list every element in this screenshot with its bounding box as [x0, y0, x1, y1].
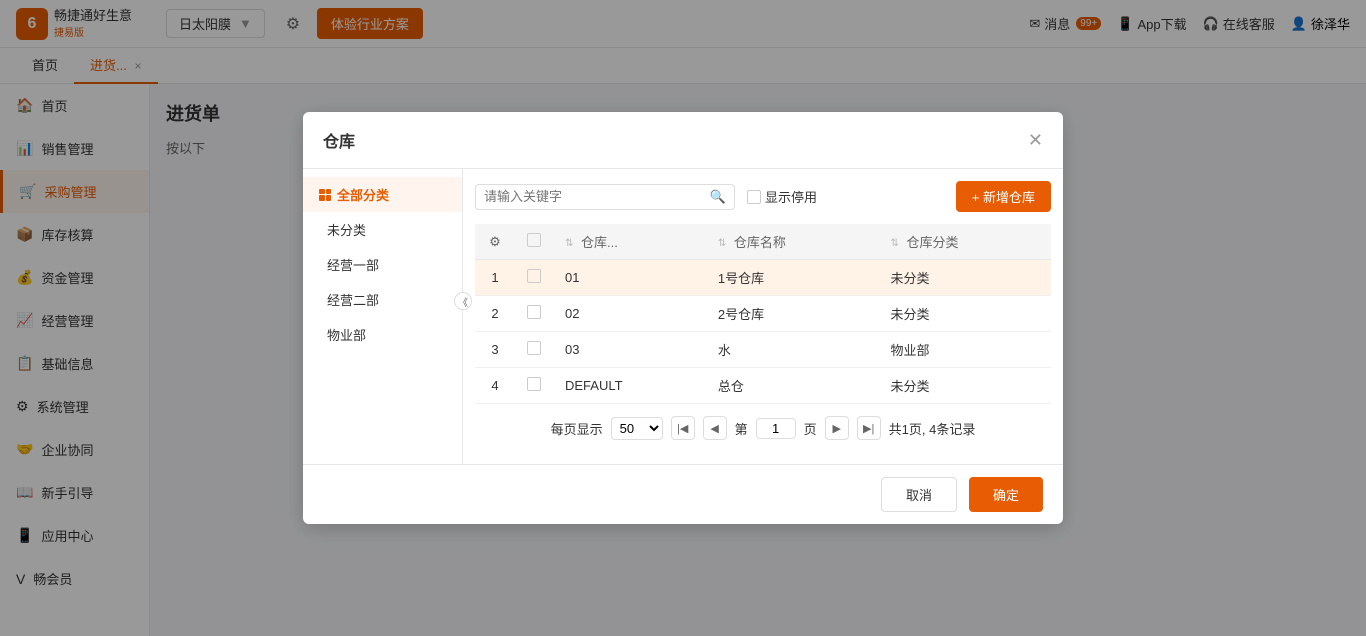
- row-code: DEFAULT: [553, 368, 706, 404]
- table-row[interactable]: 4 DEFAULT 总仓 未分类: [475, 368, 1051, 404]
- total-info: 共1页, 4条记录: [889, 419, 976, 438]
- row-name: 1号仓库: [706, 260, 879, 296]
- page-input[interactable]: [756, 418, 796, 439]
- grid-icon: [319, 189, 331, 201]
- row-num: 1: [475, 260, 515, 296]
- row-checkbox[interactable]: [527, 341, 541, 355]
- sort-icon-category: ⇅: [890, 238, 898, 249]
- next-page-button[interactable]: ▶: [825, 416, 849, 440]
- col-checkbox: [515, 224, 553, 260]
- category-all-button[interactable]: 全部分类: [303, 177, 462, 212]
- table-panel: 🔍 显示停用 + 新增仓库 ⚙: [463, 169, 1063, 464]
- pagination: 每页显示 50 20 100 |◀ ◀ 第 页 ▶ ▶| 共1页, 4条记录: [475, 404, 1051, 452]
- search-icon[interactable]: 🔍: [710, 189, 726, 205]
- per-page-label: 每页显示: [551, 419, 603, 438]
- prev-page-button[interactable]: ◀: [703, 416, 727, 440]
- row-category: 未分类: [878, 296, 1051, 332]
- category-all-label: 全部分类: [337, 185, 389, 204]
- warehouse-modal: 仓库 ✕ 全部分类 未分类: [303, 112, 1063, 524]
- table-row[interactable]: 1 01 1号仓库 未分类: [475, 260, 1051, 296]
- add-warehouse-button[interactable]: + 新增仓库: [956, 181, 1051, 212]
- row-category: 未分类: [878, 260, 1051, 296]
- first-page-button[interactable]: |◀: [671, 416, 695, 440]
- cancel-button[interactable]: 取消: [881, 477, 957, 512]
- category-item-ops1[interactable]: 经营一部: [303, 247, 462, 282]
- table-row[interactable]: 2 02 2号仓库 未分类: [475, 296, 1051, 332]
- col-code[interactable]: ⇅ 仓库...: [553, 224, 706, 260]
- row-checkbox[interactable]: [527, 377, 541, 391]
- sort-icon-code: ⇅: [565, 238, 573, 249]
- collapse-panel-button[interactable]: 《: [454, 292, 472, 310]
- row-checkbox[interactable]: [527, 269, 541, 283]
- select-all-checkbox[interactable]: [527, 233, 541, 247]
- show-disabled-checkbox[interactable]: 显示停用: [747, 187, 817, 206]
- row-category: 物业部: [878, 332, 1051, 368]
- col-settings: ⚙: [475, 224, 515, 260]
- row-code: 01: [553, 260, 706, 296]
- search-box: 🔍: [475, 184, 735, 210]
- page-suffix: 页: [804, 419, 817, 438]
- row-code: 03: [553, 332, 706, 368]
- disabled-checkbox[interactable]: [747, 190, 761, 204]
- category-item-label: 未分类: [327, 223, 366, 238]
- modal-header: 仓库 ✕: [303, 112, 1063, 169]
- search-input[interactable]: [484, 189, 710, 204]
- modal-footer: 取消 确定: [303, 464, 1063, 524]
- per-page-select[interactable]: 50 20 100: [611, 417, 663, 440]
- row-name: 水: [706, 332, 879, 368]
- category-item-uncategorized[interactable]: 未分类: [303, 212, 462, 247]
- row-name: 2号仓库: [706, 296, 879, 332]
- col-category[interactable]: ⇅ 仓库分类: [878, 224, 1051, 260]
- warehouse-table: ⚙ ⇅ 仓库... ⇅ 仓库名称: [475, 224, 1051, 404]
- page-label: 第: [735, 419, 748, 438]
- category-item-property[interactable]: 物业部: [303, 317, 462, 352]
- row-name: 总仓: [706, 368, 879, 404]
- col-name-label: 仓库名称: [734, 235, 786, 250]
- category-item-label: 经营二部: [327, 293, 379, 308]
- category-panel: 全部分类 未分类 经营一部 经营二部 物业部 《: [303, 169, 463, 464]
- category-item-label: 经营一部: [327, 258, 379, 273]
- row-code: 02: [553, 296, 706, 332]
- modal-body: 全部分类 未分类 经营一部 经营二部 物业部 《: [303, 169, 1063, 464]
- modal-overlay[interactable]: 仓库 ✕ 全部分类 未分类: [0, 0, 1366, 636]
- category-item-label: 物业部: [327, 328, 366, 343]
- row-num: 4: [475, 368, 515, 404]
- sort-icon-name: ⇅: [718, 238, 726, 249]
- row-category: 未分类: [878, 368, 1051, 404]
- confirm-button[interactable]: 确定: [969, 477, 1043, 512]
- table-container: ⚙ ⇅ 仓库... ⇅ 仓库名称: [475, 224, 1051, 404]
- col-category-label: 仓库分类: [906, 235, 958, 250]
- modal-title: 仓库: [323, 128, 355, 152]
- modal-close-button[interactable]: ✕: [1028, 130, 1043, 151]
- table-toolbar: 🔍 显示停用 + 新增仓库: [475, 181, 1051, 212]
- show-disabled-label: 显示停用: [765, 187, 817, 206]
- last-page-button[interactable]: ▶|: [857, 416, 881, 440]
- table-row[interactable]: 3 03 水 物业部: [475, 332, 1051, 368]
- col-name[interactable]: ⇅ 仓库名称: [706, 224, 879, 260]
- row-checkbox[interactable]: [527, 305, 541, 319]
- row-num: 3: [475, 332, 515, 368]
- col-code-label: 仓库...: [581, 235, 618, 250]
- category-item-ops2[interactable]: 经营二部: [303, 282, 462, 317]
- row-num: 2: [475, 296, 515, 332]
